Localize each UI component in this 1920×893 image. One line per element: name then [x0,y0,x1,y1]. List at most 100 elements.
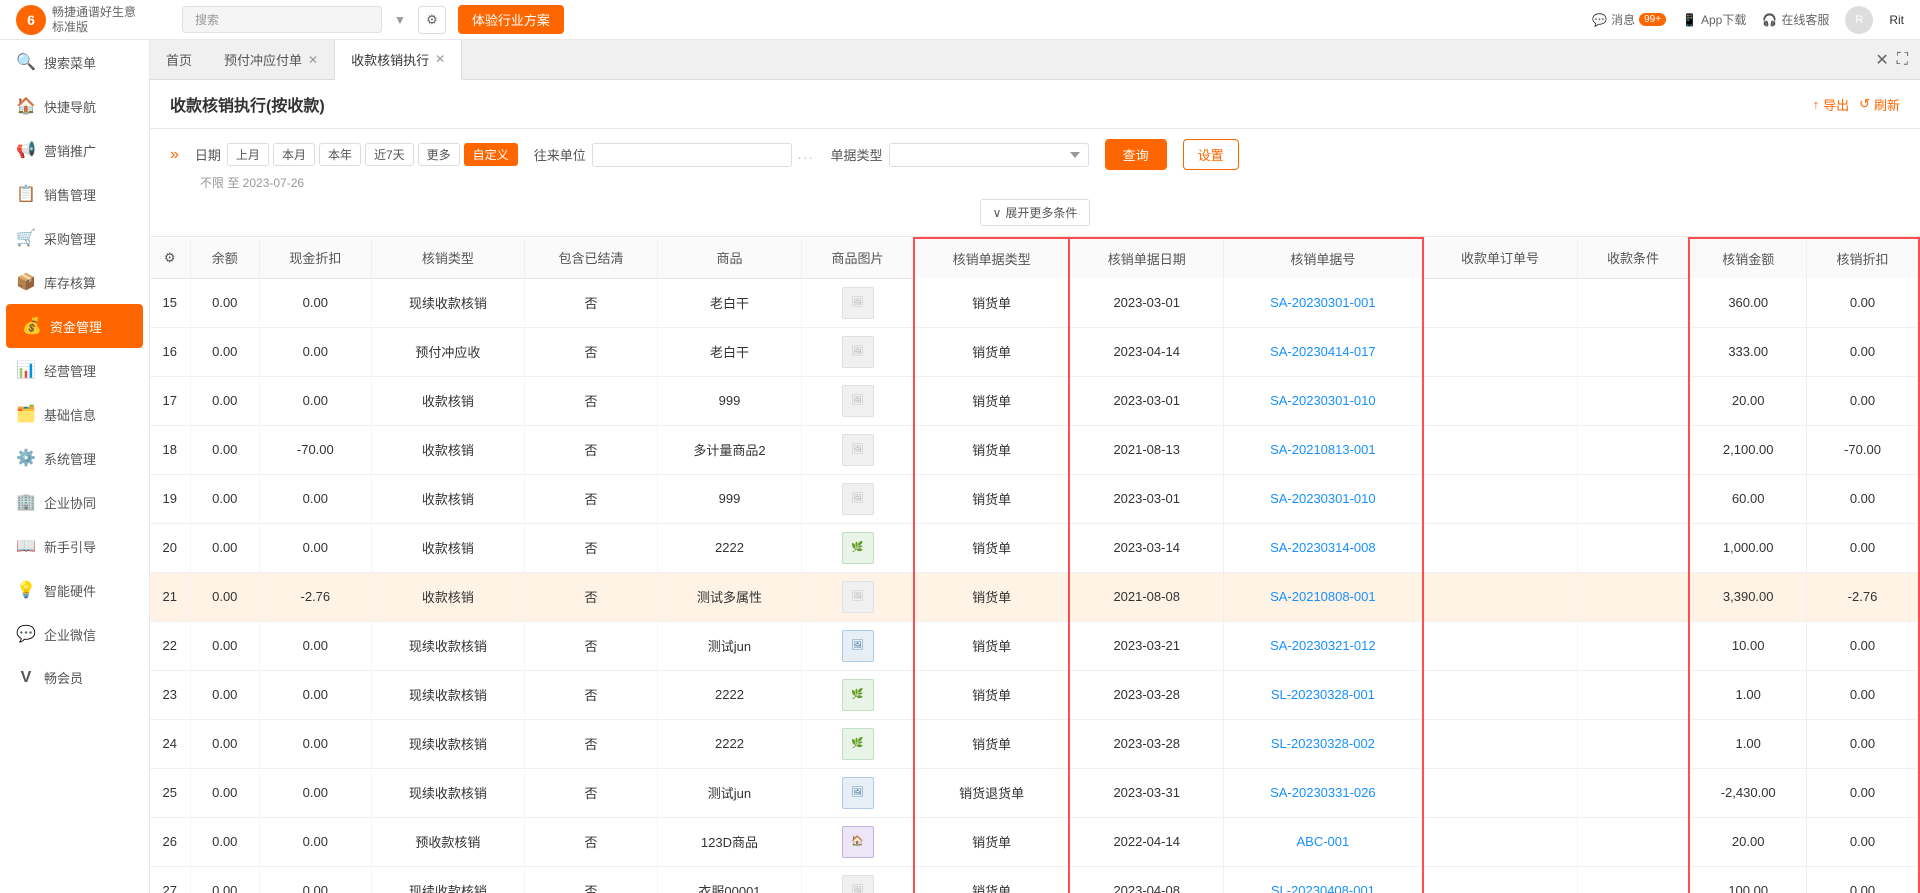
tab-prepay[interactable]: 预付冲应付单 ✕ [208,40,335,79]
writeoff-doc-link[interactable]: SA-20230301-001 [1270,295,1376,310]
sidebar-item-inventory[interactable]: 📦 库存核算 [0,260,149,304]
tab-prepay-close[interactable]: ✕ [308,53,318,67]
cell-no: 17 [150,376,190,425]
sidebar-item-system[interactable]: ⚙️ 系统管理 [0,436,149,480]
cell-receipt-terms [1577,572,1689,621]
username[interactable]: Rit [1889,13,1904,27]
goods-img: 🏠 [842,826,874,858]
top-bar-middle: 搜索 ▼ ⚙ 体验行业方案 [182,5,1576,34]
sidebar-item-capital[interactable]: 💰 资金管理 [6,304,143,348]
writeoff-doc-link[interactable]: SA-20230314-008 [1270,540,1376,555]
gear-settings-btn[interactable]: ⚙ [418,6,446,34]
cell-receipt-terms [1577,474,1689,523]
writeoff-doc-link[interactable]: SA-20230321-012 [1270,638,1376,653]
search-bar-top[interactable]: 搜索 [182,6,382,33]
cell-no: 19 [150,474,190,523]
voucher-type-select[interactable] [889,143,1089,167]
date-btn-thisyear[interactable]: 本年 [319,143,361,166]
cell-writeoff-discount: 0.00 [1807,621,1920,670]
tab-home-label: 首页 [166,50,192,69]
writeoff-doc-link[interactable]: SL-20230328-001 [1271,687,1375,702]
partner-input[interactable] [592,143,792,167]
cell-goods: 2222 [657,523,801,572]
cell-receipt-terms [1577,768,1689,817]
inventory-icon: 📦 [16,272,36,292]
writeoff-doc-link[interactable]: SL-20230408-001 [1271,883,1375,893]
writeoff-doc-link[interactable]: SA-20230301-010 [1270,393,1376,408]
writeoff-doc-link[interactable]: SA-20230331-026 [1270,785,1376,800]
date-btn-lastmonth[interactable]: 上月 [227,143,269,166]
cell-goods: 测试多属性 [657,572,801,621]
sidebar-item-marketing[interactable]: 📢 营销推广 [0,128,149,172]
filter-collapse-btn[interactable]: » [170,146,179,164]
message-btn[interactable]: 💬 消息 99+ [1592,11,1666,28]
cell-receipt-order-no [1423,719,1577,768]
sidebar-item-guide[interactable]: 📖 新手引导 [0,524,149,568]
writeoff-doc-link[interactable]: SA-20230414-017 [1270,344,1376,359]
cell-writeoff-doc-no: SA-20210813-001 [1224,425,1423,474]
tab-receipts-writeoff[interactable]: 收款核销执行 ✕ [335,40,462,80]
cell-include-settled: 否 [525,866,658,893]
writeoff-doc-link[interactable]: SA-20230301-010 [1270,491,1376,506]
sidebar-item-operations[interactable]: 📊 经营管理 [0,348,149,392]
sidebar-item-sales[interactable]: 📋 销售管理 [0,172,149,216]
sidebar-item-purchase[interactable]: 🛒 采购管理 [0,216,149,260]
date-btn-custom[interactable]: 自定义 [464,143,518,166]
date-btn-7days[interactable]: 近7天 [365,143,414,166]
cell-receipt-order-no [1423,817,1577,866]
cell-include-settled: 否 [525,670,658,719]
online-service-btn[interactable]: 🎧 在线客服 [1762,11,1829,28]
table-header-row: ⚙ 余额 现金折扣 核销类型 包含已结清 商品 商品图片 核销单据类型 核销单据… [150,238,1919,278]
query-btn[interactable]: 查询 [1105,139,1167,170]
cell-receipt-order-no [1423,425,1577,474]
writeoff-doc-link[interactable]: SA-20210808-001 [1270,589,1376,604]
expand-conditions-btn[interactable]: ∨ 展开更多条件 [980,199,1091,226]
export-label: 导出 [1823,95,1849,114]
tab-receipts-close[interactable]: ✕ [435,52,445,66]
refresh-icon: ↺ [1859,96,1870,112]
col-header-gear[interactable]: ⚙ [150,238,190,278]
app-download-btn[interactable]: 📱 App下载 [1682,11,1746,28]
sidebar-item-smarthw[interactable]: 💡 智能硬件 [0,568,149,612]
export-btn[interactable]: ↑ 导出 [1813,95,1850,114]
cell-goods-img: 🏠 [802,817,914,866]
cell-cash-discount: -70.00 [260,425,372,474]
writeoff-doc-link[interactable]: ABC-001 [1296,834,1349,849]
cell-goods-img: 🌿 [802,670,914,719]
cell-balance: 0.00 [190,523,260,572]
tab-expand-btn[interactable]: ⛶ [1897,51,1908,69]
cell-writeoff-doc-type: 销货单 [914,866,1069,893]
date-buttons: 上月 本月 本年 近7天 更多 自定义 [227,143,518,166]
cell-writeoff-type: 预付冲应收 [371,327,525,376]
tab-home[interactable]: 首页 [150,40,208,79]
col-header-writeoff-amount: 核销金额 [1689,238,1806,278]
writeoff-doc-link[interactable]: SA-20210813-001 [1270,442,1376,457]
tab-close-all-btn[interactable]: ✕ [1875,50,1888,70]
sidebar-item-wechat[interactable]: 💬 企业微信 [0,612,149,656]
sidebar-item-member[interactable]: V 畅会员 [0,656,149,699]
page-title: 收款核销执行(按收款) [170,92,325,116]
cell-cash-discount: 0.00 [260,376,372,425]
refresh-btn[interactable]: ↺ 刷新 [1859,95,1900,114]
col-header-writeoff-doc-type: 核销单据类型 [914,238,1069,278]
date-btn-more[interactable]: 更多 [418,143,460,166]
table-wrapper[interactable]: ⚙ 余额 现金折扣 核销类型 包含已结清 商品 商品图片 核销单据类型 核销单据… [150,237,1920,893]
sidebar-item-corp[interactable]: 🏢 企业协同 [0,480,149,524]
industry-solution-btn[interactable]: 体验行业方案 [458,5,564,34]
cell-no: 21 [150,572,190,621]
system-icon: ⚙️ [16,448,36,468]
writeoff-doc-link[interactable]: SL-20230328-002 [1271,736,1375,751]
dropdown-arrow-icon[interactable]: ▼ [394,13,406,27]
avatar[interactable]: R [1845,6,1873,34]
sidebar-item-quicknav[interactable]: 🏠 快捷导航 [0,84,149,128]
date-btn-thismonth[interactable]: 本月 [273,143,315,166]
cell-goods: 999 [657,376,801,425]
sidebar-item-search[interactable]: 🔍 搜索菜单 [0,40,149,84]
cell-writeoff-discount: -70.00 [1807,425,1920,474]
sidebar-item-basic-info[interactable]: 🗂️ 基础信息 [0,392,149,436]
filter-settings-btn[interactable]: 设置 [1183,139,1239,170]
cell-writeoff-discount: 0.00 [1807,670,1920,719]
home-icon: 🏠 [16,96,36,116]
date-filter: 日期 上月 本月 本年 近7天 更多 自定义 [195,143,518,166]
cell-writeoff-type: 收款核销 [371,425,525,474]
